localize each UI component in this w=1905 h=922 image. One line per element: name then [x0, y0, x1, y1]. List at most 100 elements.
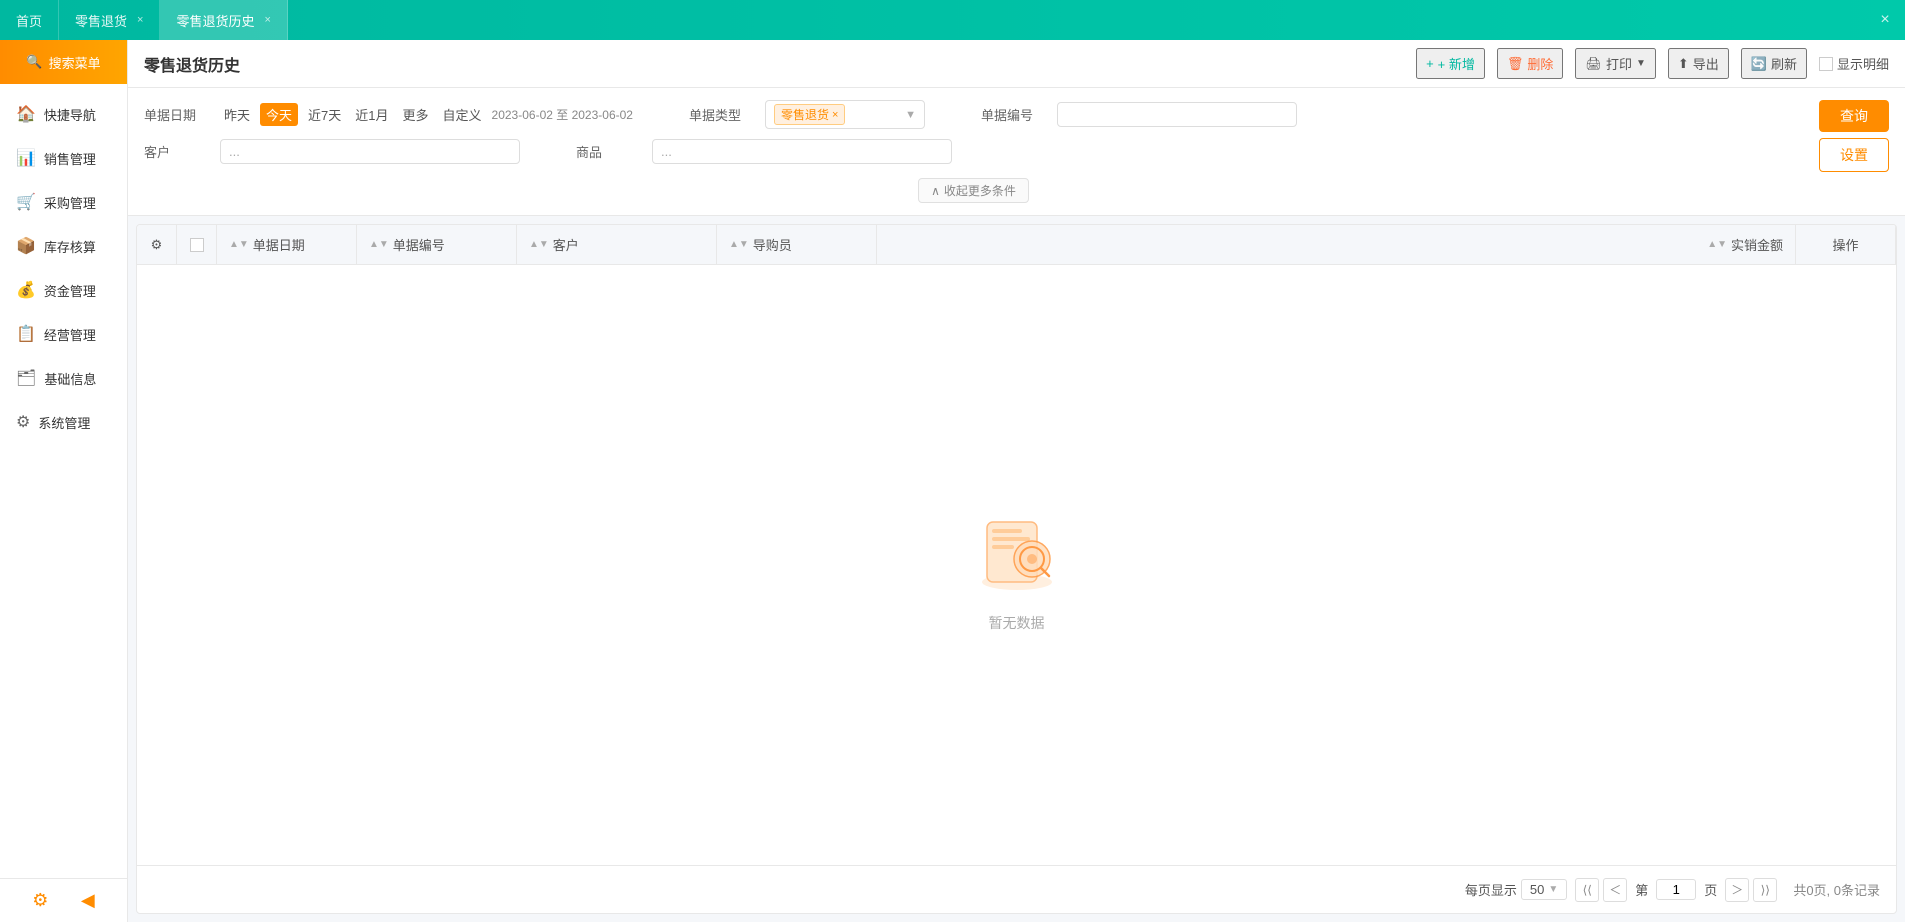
tab-retail-return-history-close[interactable]: × [264, 14, 270, 26]
customer-placeholder: ... [229, 144, 240, 159]
operations-icon: 📋 [16, 324, 36, 344]
sidebar-item-purchase[interactable]: 🛒 采购管理 [0, 180, 127, 224]
page-header: 零售退货历史 + + 新增 🗑 删除 🖨 打印 ▼ ⬆ 导出 [128, 40, 1905, 88]
goods-filter-label: 商品 [576, 142, 636, 161]
th-no: ▲▼ 单据编号 [357, 225, 517, 264]
collapse-icon: ∧ [931, 184, 940, 198]
sidebar-bottom: ⚙ ◀ [0, 878, 127, 922]
date-opt-7days[interactable]: 近7天 [304, 103, 345, 126]
sidebar-item-quick-nav[interactable]: 🏠 快捷导航 [0, 92, 127, 136]
order-no-filter-label: 单据编号 [981, 105, 1041, 124]
new-button-label: + 新增 [1438, 54, 1475, 73]
filter-section: 单据日期 昨天 今天 近7天 近1月 更多 自定义 2023-06-02 至 2… [144, 100, 1889, 207]
customer-input[interactable]: ... [220, 139, 520, 164]
sort-customer-icon[interactable]: ▲▼ [529, 240, 549, 250]
th-guide: ▲▼ 导购员 [717, 225, 877, 264]
th-op-label: 操作 [1832, 235, 1858, 254]
th-no-label: 单据编号 [393, 235, 445, 254]
filter-row-2: 客户 ... 商品 ... [144, 139, 1803, 164]
window-close-button[interactable]: × [1865, 0, 1905, 40]
inventory-icon: 📦 [16, 236, 36, 256]
show-detail-checkbox[interactable] [1819, 57, 1833, 71]
tab-retail-return-close[interactable]: × [137, 14, 143, 26]
type-tag-close[interactable]: × [832, 109, 838, 121]
tab-home[interactable]: 首页 [0, 0, 59, 40]
basic-info-icon: 🗂 [16, 368, 36, 388]
sidebar-item-inventory[interactable]: 📦 库存核算 [0, 224, 127, 268]
th-amount-label: 实销金额 [1731, 235, 1783, 254]
setting-button[interactable]: 设置 [1819, 138, 1889, 172]
page-nav: ⟨⟨ ＜ 第 页 ＞ ⟩⟩ [1575, 878, 1777, 902]
sidebar-item-basic-info[interactable]: 🗂 基础信息 [0, 356, 127, 400]
sales-icon: 📊 [16, 148, 36, 168]
goods-input[interactable]: ... [652, 139, 952, 164]
refresh-button-label: 刷新 [1771, 54, 1797, 73]
sidebar-item-basic-info-label: 基础信息 [44, 369, 96, 388]
th-date-label: 单据日期 [253, 235, 305, 254]
page-size-select: 每页显示 50 ▼ [1465, 879, 1567, 900]
th-checkbox[interactable] [177, 225, 217, 264]
filter-area: 单据日期 昨天 今天 近7天 近1月 更多 自定义 2023-06-02 至 2… [128, 88, 1905, 216]
print-button[interactable]: 🖨 打印 ▼ [1575, 48, 1655, 79]
export-button-label: 导出 [1693, 54, 1719, 73]
date-options: 昨天 今天 近7天 近1月 更多 自定义 2023-06-02 至 2023-0… [220, 103, 633, 126]
tab-home-label: 首页 [16, 11, 42, 30]
date-opt-today[interactable]: 今天 [260, 103, 298, 126]
type-tag: 零售退货 × [774, 104, 845, 125]
sidebar-search[interactable]: 🔍 搜索菜单 [0, 40, 127, 84]
empty-state: 暂无数据 [137, 265, 1896, 865]
tab-retail-return-history[interactable]: 零售退货历史 × [160, 0, 287, 40]
date-opt-more[interactable]: 更多 [399, 103, 433, 126]
collapse-button[interactable]: ∧ 收起更多条件 [918, 178, 1029, 203]
page-prev-button[interactable]: ＜ [1603, 878, 1627, 902]
th-settings[interactable]: ⚙ [137, 225, 177, 264]
delete-button[interactable]: 🗑 删除 [1497, 48, 1564, 79]
sidebar-item-system-label: 系统管理 [38, 413, 90, 432]
sort-no-icon[interactable]: ▲▼ [369, 240, 389, 250]
date-opt-1month[interactable]: 近1月 [351, 103, 392, 126]
delete-icon: 🗑 [1507, 56, 1524, 72]
page-unit-label: 页 [1704, 880, 1717, 899]
order-no-input[interactable] [1057, 102, 1297, 127]
page-next-button[interactable]: ＞ [1725, 878, 1749, 902]
empty-illustration [967, 497, 1067, 597]
page-size-value: 50 [1530, 882, 1544, 897]
new-button[interactable]: + + 新增 [1416, 48, 1485, 79]
filter-action-buttons: 查询 设置 [1819, 100, 1889, 172]
sidebar-item-system[interactable]: ⚙ 系统管理 [0, 400, 127, 444]
show-detail-label: 显示明细 [1837, 54, 1889, 73]
query-button[interactable]: 查询 [1819, 100, 1889, 132]
search-icon: 🔍 [26, 54, 42, 70]
tab-retail-return[interactable]: 零售退货 × [59, 0, 160, 40]
sidebar-gear-icon[interactable]: ⚙ [32, 890, 48, 911]
page-title: 零售退货历史 [144, 52, 1416, 76]
page-number-input[interactable] [1656, 879, 1696, 900]
content-area: 零售退货历史 + + 新增 🗑 删除 🖨 打印 ▼ ⬆ 导出 [128, 40, 1905, 922]
sidebar-item-sales[interactable]: 📊 销售管理 [0, 136, 127, 180]
page-size-box[interactable]: 50 ▼ [1521, 879, 1567, 900]
select-all-checkbox[interactable] [190, 238, 204, 252]
page-first-button[interactable]: ⟨⟨ [1575, 878, 1599, 902]
type-select[interactable]: 零售退货 × ▼ [765, 100, 925, 129]
th-amount: ▲▼ 实销金额 [877, 225, 1796, 264]
sort-amount-icon[interactable]: ▲▼ [1707, 240, 1727, 250]
export-button[interactable]: ⬆ 导出 [1668, 48, 1729, 79]
sidebar-item-operations-label: 经营管理 [44, 325, 96, 344]
export-icon: ⬆ [1678, 56, 1689, 72]
show-detail-toggle[interactable]: 显示明细 [1819, 54, 1889, 73]
sidebar-item-operations[interactable]: 📋 经营管理 [0, 312, 127, 356]
customer-filter-label: 客户 [144, 142, 204, 161]
date-opt-yesterday[interactable]: 昨天 [220, 103, 254, 126]
total-count-label: 共0页, 0条记录 [1793, 880, 1880, 899]
top-bar: 首页 零售退货 × 零售退货历史 × × [0, 0, 1905, 40]
sort-date-icon[interactable]: ▲▼ [229, 240, 249, 250]
date-opt-custom[interactable]: 自定义 [439, 103, 486, 126]
sort-guide-icon[interactable]: ▲▼ [729, 240, 749, 250]
sidebar-collapse-icon[interactable]: ◀ [81, 890, 95, 911]
page-last-button[interactable]: ⟩⟩ [1753, 878, 1777, 902]
refresh-button[interactable]: 🔄 刷新 [1741, 48, 1807, 79]
delete-button-label: 删除 [1527, 54, 1553, 73]
sidebar-item-finance[interactable]: 💰 资金管理 [0, 268, 127, 312]
type-tag-label: 零售退货 [781, 106, 829, 123]
tab-list: 首页 零售退货 × 零售退货历史 × [0, 0, 1865, 40]
